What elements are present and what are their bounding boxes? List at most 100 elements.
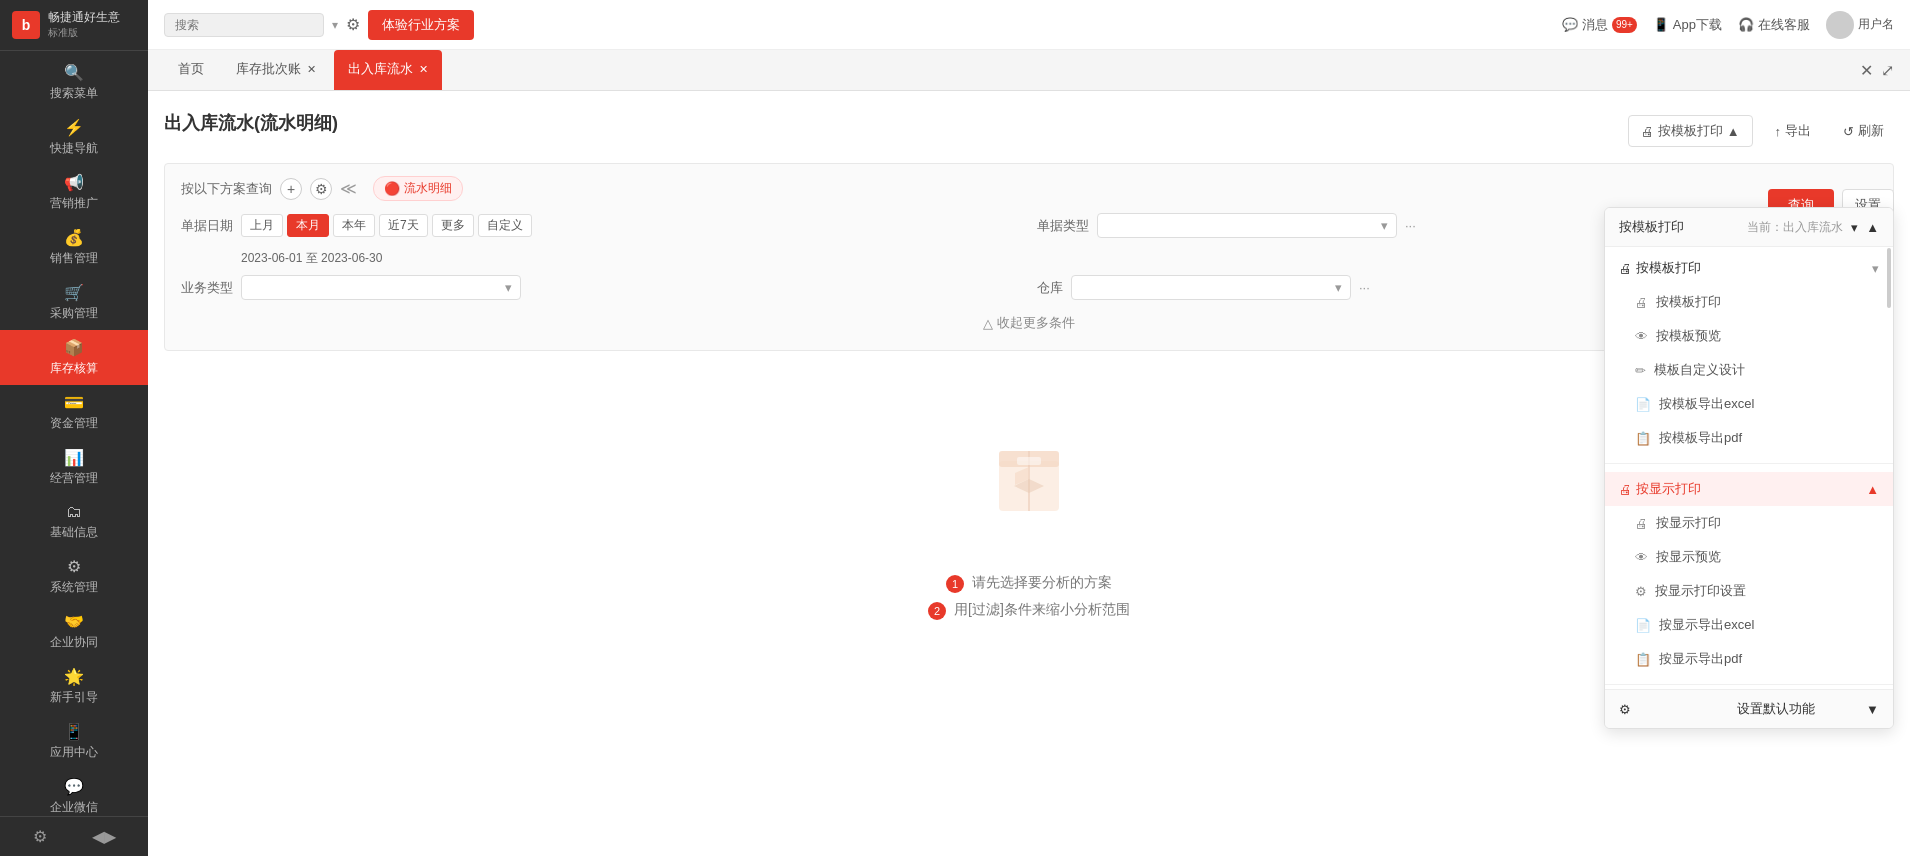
- tab-home[interactable]: 首页: [164, 50, 218, 90]
- bill-type-more-icon[interactable]: ···: [1405, 218, 1416, 233]
- export-label: 导出: [1785, 122, 1811, 140]
- sidebar-item-quick-nav[interactable]: ⚡ 快捷导航: [0, 110, 148, 165]
- dropdown-display-section: 🖨 按显示打印 ▲ 🖨 按显示打印 👁 按显示预览: [1605, 468, 1893, 680]
- template-preview-icon: 👁: [1635, 329, 1648, 344]
- sidebar-item-system[interactable]: ⚙ 系统管理: [0, 549, 148, 604]
- date-btn-this-month[interactable]: 本月: [287, 214, 329, 237]
- filter-tag: 🔴 流水明细: [373, 176, 463, 201]
- topbar-search-input[interactable]: [164, 13, 324, 37]
- tab-flow-close[interactable]: ✕: [419, 63, 428, 76]
- warehouse-more-icon[interactable]: ···: [1359, 280, 1370, 295]
- app-download-item[interactable]: 📱 App下载: [1653, 16, 1722, 34]
- message-badge: 99+: [1612, 17, 1637, 33]
- dropdown-item-display-preview[interactable]: 👁 按显示预览: [1605, 540, 1893, 574]
- template-custom-icon: ✏: [1635, 363, 1646, 378]
- refresh-button[interactable]: ↺ 刷新: [1833, 116, 1894, 146]
- dropdown-item-display-print[interactable]: 🖨 按显示打印: [1605, 506, 1893, 540]
- dropdown-item-template-excel[interactable]: 📄 按模板导出excel: [1605, 387, 1893, 421]
- date-filter-field: 单据日期 上月 本月 本年 近7天 更多 自定义: [181, 214, 1021, 237]
- sidebar-settings-icon[interactable]: ⚙: [33, 827, 47, 846]
- sidebar-item-operations[interactable]: 📊 经营管理: [0, 440, 148, 495]
- tab-batch-account-close[interactable]: ✕: [307, 63, 316, 76]
- sidebar-item-inventory[interactable]: 📦 库存核算: [0, 330, 148, 385]
- dropdown-footer-icon: ⚙: [1619, 702, 1631, 717]
- date-btn-last-7[interactable]: 近7天: [379, 214, 428, 237]
- dropdown-item-template-print[interactable]: 🖨 按模板打印: [1605, 285, 1893, 319]
- sidebar-item-label: 采购管理: [50, 305, 98, 322]
- display-print-icon: 🖨: [1635, 516, 1648, 531]
- dropdown-close-icon[interactable]: ▲: [1866, 220, 1879, 235]
- user-avatar-item[interactable]: 用户名: [1826, 11, 1894, 39]
- sidebar-item-label: 销售管理: [50, 250, 98, 267]
- collapse-icon: △: [983, 316, 993, 331]
- user-avatar: [1826, 11, 1854, 39]
- template-print-label: 按模板打印: [1658, 122, 1723, 140]
- template-excel-icon: 📄: [1635, 397, 1651, 412]
- dropdown-footer[interactable]: ⚙ 设置默认功能 ▼: [1605, 689, 1893, 728]
- warehouse-select[interactable]: ▾: [1071, 275, 1351, 300]
- display-pdf-icon: 📋: [1635, 652, 1651, 667]
- dropdown-scrollbar[interactable]: [1887, 248, 1891, 308]
- sidebar-item-purchase[interactable]: 🛒 采购管理: [0, 275, 148, 330]
- business-type-select[interactable]: ▾: [241, 275, 521, 300]
- export-button[interactable]: ↑ 导出: [1765, 116, 1822, 146]
- app-center-icon: 📱: [64, 722, 84, 741]
- online-service-item[interactable]: 🎧 在线客服: [1738, 16, 1810, 34]
- dropdown-title: 按模板打印: [1619, 218, 1684, 236]
- date-btn-more[interactable]: 更多: [432, 214, 474, 237]
- dropdown-footer-caret: ▼: [1866, 702, 1879, 717]
- empty-step-1: 1 请先选择要分析的方案: [946, 574, 1112, 593]
- dropdown-item-template-custom[interactable]: ✏ 模板自定义设计: [1605, 353, 1893, 387]
- dropdown-item-display-excel[interactable]: 📄 按显示导出excel: [1605, 608, 1893, 642]
- message-icon: 💬: [1562, 17, 1578, 32]
- dropdown-template-section: 🖨 按模板打印 ▾ 🖨 按模板打印 👁 按模板预览: [1605, 247, 1893, 459]
- trial-button[interactable]: 体验行业方案: [368, 10, 474, 40]
- dropdown-display-section-header[interactable]: 🖨 按显示打印 ▲: [1605, 472, 1893, 506]
- template-section-caret: ▾: [1872, 261, 1879, 276]
- dropdown-footer-label: 设置默认功能: [1737, 700, 1815, 718]
- dropdown-item-template-pdf[interactable]: 📋 按模板导出pdf: [1605, 421, 1893, 455]
- user-name: 用户名: [1858, 16, 1894, 33]
- tab-flow[interactable]: 出入库流水 ✕: [334, 50, 442, 90]
- date-shortcuts: 上月 本月 本年 近7天 更多 自定义: [241, 214, 532, 237]
- sidebar-item-wechat[interactable]: 💬 企业微信: [0, 769, 148, 816]
- display-section-label: 按显示打印: [1636, 480, 1701, 498]
- sidebar-item-marketing[interactable]: 📢 营销推广: [0, 165, 148, 220]
- tab-batch-account[interactable]: 库存批次账 ✕: [222, 50, 330, 90]
- filter-search-label: 按以下方案查询: [181, 180, 272, 198]
- tab-close-all-icon[interactable]: ✕: [1860, 61, 1873, 80]
- filter-settings-button[interactable]: ⚙: [310, 178, 332, 200]
- template-print-button[interactable]: 🖨 按模板打印 ▲: [1628, 115, 1753, 147]
- sidebar-item-app-center[interactable]: 📱 应用中心: [0, 714, 148, 769]
- display-pdf-label: 按显示导出pdf: [1659, 650, 1742, 668]
- tab-expand-icon[interactable]: ⤢: [1881, 61, 1894, 80]
- sidebar-item-guide[interactable]: 🌟 新手引导: [0, 659, 148, 714]
- sidebar-item-enterprise[interactable]: 🤝 企业协同: [0, 604, 148, 659]
- dropdown-item-display-pdf[interactable]: 📋 按显示导出pdf: [1605, 642, 1893, 676]
- sidebar-item-label: 搜索菜单: [50, 85, 98, 102]
- dropdown-item-template-preview[interactable]: 👁 按模板预览: [1605, 319, 1893, 353]
- template-print-caret: ▲: [1727, 124, 1740, 139]
- sidebar-collapse-icon[interactable]: ◀▶: [92, 827, 116, 846]
- sidebar-item-sales[interactable]: 💰 销售管理: [0, 220, 148, 275]
- date-btn-this-year[interactable]: 本年: [333, 214, 375, 237]
- sidebar-item-basics[interactable]: 🗂 基础信息: [0, 495, 148, 549]
- topbar-dropdown-arrow[interactable]: ▾: [332, 18, 338, 32]
- dropdown-item-display-settings[interactable]: ⚙ 按显示打印设置: [1605, 574, 1893, 608]
- svg-rect-3: [1017, 457, 1041, 465]
- online-service-label: 在线客服: [1758, 16, 1810, 34]
- dropdown-sublabel: 当前：出入库流水: [1747, 219, 1843, 236]
- filter-collapse-arrow[interactable]: ≪: [340, 179, 357, 198]
- date-btn-last-month[interactable]: 上月: [241, 214, 283, 237]
- message-item[interactable]: 💬 消息 99+: [1562, 16, 1637, 34]
- sidebar-item-search-menu[interactable]: 🔍 搜索菜单: [0, 55, 148, 110]
- sidebar-item-finance[interactable]: 💳 资金管理: [0, 385, 148, 440]
- topbar-gear-icon[interactable]: ⚙: [346, 15, 360, 34]
- template-print-item-label: 按模板打印: [1656, 293, 1721, 311]
- bill-type-select[interactable]: ▾: [1097, 213, 1397, 238]
- business-type-label: 业务类型: [181, 279, 233, 297]
- dropdown-template-section-header[interactable]: 🖨 按模板打印 ▾: [1605, 251, 1893, 285]
- date-btn-custom[interactable]: 自定义: [478, 214, 532, 237]
- tabs-bar: 首页 库存批次账 ✕ 出入库流水 ✕ ✕ ⤢: [148, 50, 1910, 91]
- filter-add-button[interactable]: +: [280, 178, 302, 200]
